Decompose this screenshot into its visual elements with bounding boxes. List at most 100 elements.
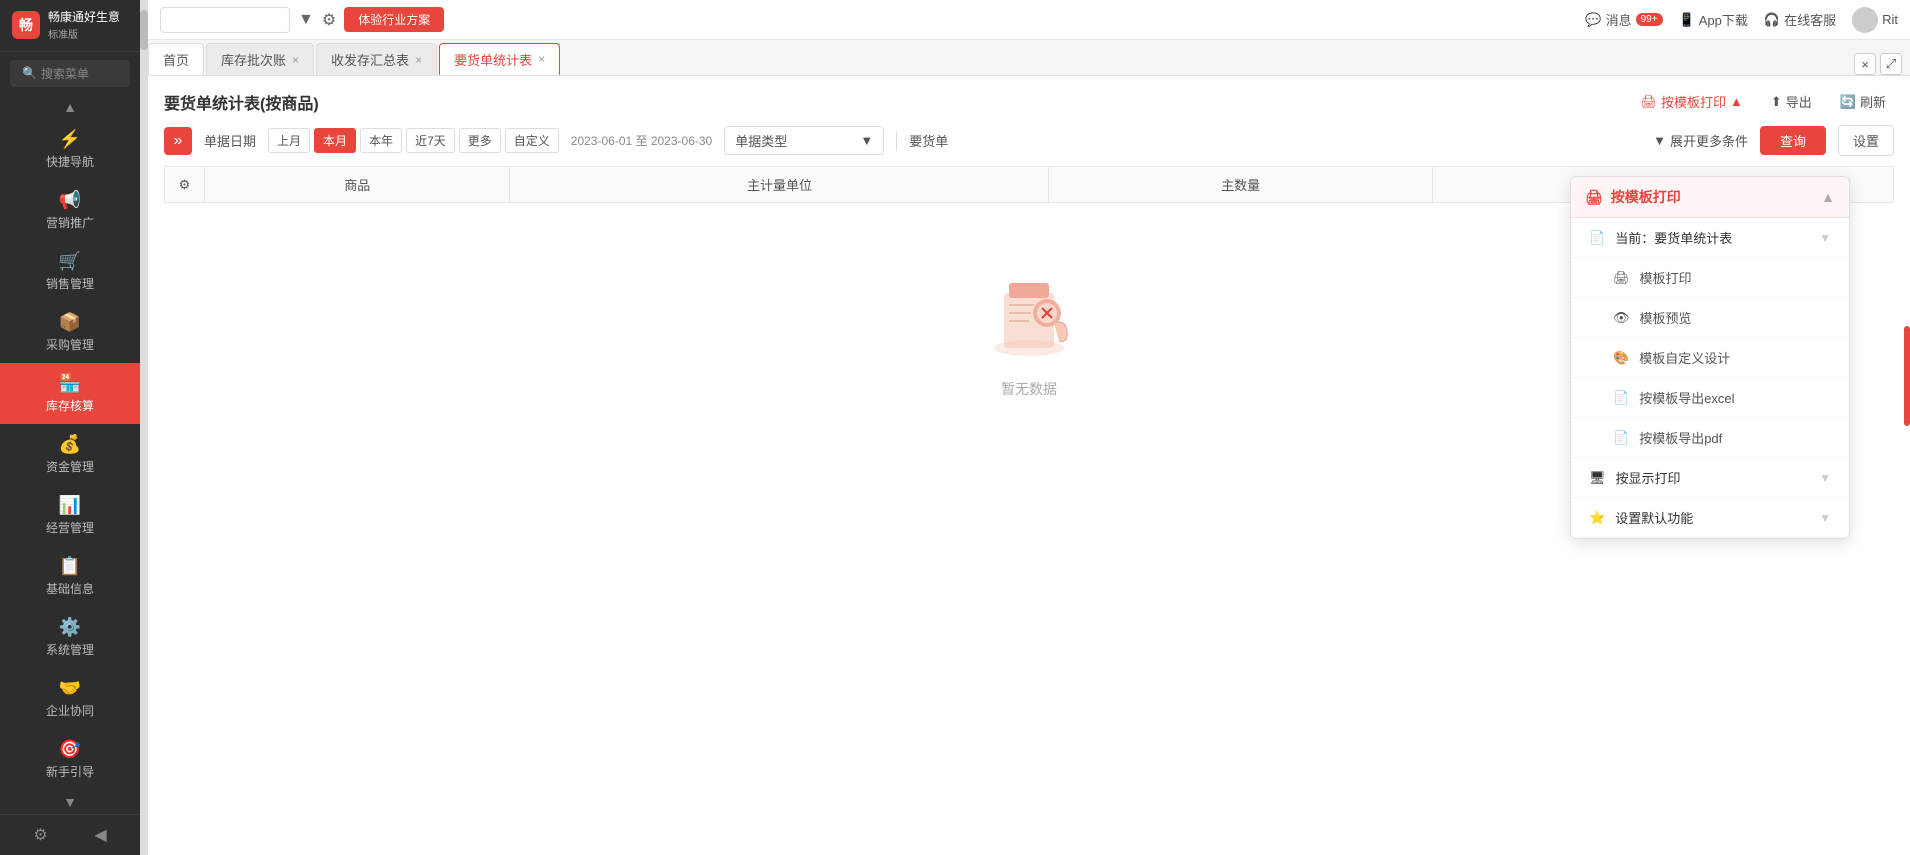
- current-template-arrow: ▼: [1819, 231, 1831, 245]
- empty-text: 暂无数据: [1001, 379, 1057, 399]
- expand-conditions-btn[interactable]: ▼ 展开更多条件: [1653, 131, 1748, 150]
- dropdown-collapse-btn[interactable]: ▲: [1821, 189, 1835, 205]
- search-label: 搜索菜单: [41, 65, 89, 82]
- export-pdf-label: 按模板导出pdf: [1639, 428, 1722, 447]
- date-range-display: 2023-06-01 至 2023-06-30: [571, 132, 712, 149]
- sidebar-item-label: 系统管理: [46, 641, 94, 658]
- topbar-search-input[interactable]: [160, 7, 290, 33]
- sidebar-item-marketing[interactable]: 📢 营销推广: [0, 180, 140, 241]
- refresh-icon: 🔄: [1840, 94, 1856, 110]
- sidebar-item-sales[interactable]: 🛒 销售管理: [0, 241, 140, 302]
- online-service-btn[interactable]: 🎧 在线客服: [1764, 10, 1836, 29]
- topbar-right: 💬 消息 99+ 📱 App下载 🎧 在线客服 Rit: [1585, 7, 1898, 33]
- service-label: 在线客服: [1784, 10, 1836, 29]
- template-preview-icon: 👁: [1613, 310, 1630, 326]
- operation-icon: 📊: [59, 495, 81, 516]
- tab-maximize-btn[interactable]: ⤢: [1880, 53, 1902, 75]
- page-actions: 🖨 按模板打印 ▲ ⬆ 导出 🔄 刷新: [1632, 88, 1894, 115]
- prev-month-btn[interactable]: 上月: [268, 128, 310, 153]
- sidebar-item-operation[interactable]: 📊 经营管理: [0, 485, 140, 546]
- app-download-label: App下载: [1699, 10, 1748, 29]
- sidebar-search[interactable]: 🔍 搜索菜单: [10, 60, 130, 87]
- display-print-left: 🖥 按显示打印: [1589, 468, 1681, 487]
- sales-icon: 🛒: [59, 251, 81, 272]
- table-header-settings[interactable]: ⚙: [165, 167, 205, 203]
- sidebar-item-finance[interactable]: 💰 资金管理: [0, 424, 140, 485]
- more-date-btn[interactable]: 更多: [459, 128, 501, 153]
- query-btn[interactable]: 查询: [1760, 126, 1826, 155]
- content-area: 要货单统计表(按商品) 🖨 按模板打印 ▲ ⬆ 导出 🔄 刷新 »: [148, 76, 1910, 855]
- refresh-label: 刷新: [1860, 92, 1886, 111]
- sidebar-item-basic[interactable]: 📋 基础信息: [0, 546, 140, 607]
- sidebar-item-purchase[interactable]: 📦 采购管理: [0, 302, 140, 363]
- current-template-icon: 📄: [1589, 230, 1605, 246]
- sidebar-scroll-down[interactable]: ▼: [63, 794, 77, 810]
- sidebar-item-guide[interactable]: 🎯 新手引导: [0, 729, 140, 790]
- sidebar-scroll-up[interactable]: ▲: [63, 99, 77, 115]
- dropdown-set-default[interactable]: ⭐ 设置默认功能 ▼: [1571, 498, 1849, 538]
- sidebar-item-system[interactable]: ⚙️ 系统管理: [0, 607, 140, 668]
- dropdown-current-template[interactable]: 📄 当前：要货单统计表 ▼: [1571, 218, 1849, 258]
- dropdown-display-print[interactable]: 🖥 按显示打印 ▼: [1571, 458, 1849, 498]
- sidebar-collapse-btn[interactable]: ◀: [94, 825, 106, 845]
- service-icon: 🎧: [1764, 12, 1780, 28]
- tab-receipt-summary-close[interactable]: ×: [415, 53, 422, 67]
- settings-btn[interactable]: 设置: [1838, 125, 1894, 156]
- dropdown-template-print[interactable]: 🖨 模板打印: [1571, 258, 1849, 298]
- dropdown-template-design[interactable]: 🎨 模板自定义设计: [1571, 338, 1849, 378]
- tab-inventory-batch-close[interactable]: ×: [292, 53, 299, 67]
- trial-btn[interactable]: 体验行业方案: [344, 7, 444, 32]
- topbar-dropdown-icon[interactable]: ▼: [298, 11, 314, 29]
- sidebar-item-label: 新手引导: [46, 763, 94, 780]
- dropdown-template-preview[interactable]: 👁 模板预览: [1571, 298, 1849, 338]
- display-print-label: 按显示打印: [1616, 468, 1681, 487]
- tab-order-stats-label: 要货单统计表: [454, 50, 532, 69]
- app-download-btn[interactable]: 📱 App下载: [1679, 10, 1748, 29]
- print-label: 按模板打印: [1661, 92, 1726, 111]
- dropdown-header-left: 🖨 按模板打印: [1585, 187, 1681, 207]
- guide-icon: 🎯: [59, 739, 81, 760]
- scroll-thumb: [140, 10, 148, 50]
- dropdown-export-excel[interactable]: 📄 按模板导出excel: [1571, 378, 1849, 418]
- sidebar-item-quick-nav[interactable]: ⚡ 快捷导航: [0, 119, 140, 180]
- current-year-btn[interactable]: 本年: [360, 128, 402, 153]
- export-excel-label: 按模板导出excel: [1639, 388, 1734, 407]
- last7-btn[interactable]: 近7天: [406, 128, 455, 153]
- print-btn[interactable]: 🖨 按模板打印 ▲: [1632, 88, 1750, 115]
- doc-type-label: 单据类型: [735, 131, 787, 150]
- template-design-label: 模板自定义设计: [1639, 348, 1730, 367]
- filter-collapse-btn[interactable]: »: [164, 127, 192, 155]
- sidebar-settings-btn[interactable]: ⚙: [33, 825, 47, 845]
- print-dropdown-popup: 🖨 按模板打印 ▲ 📄 当前：要货单统计表 ▼ 🖨 模板打印 👁: [1570, 176, 1850, 539]
- tab-receipt-summary-label: 收发存汇总表: [331, 50, 409, 69]
- tab-order-stats[interactable]: 要货单统计表 ×: [439, 43, 560, 75]
- tab-inventory-batch[interactable]: 库存批次账 ×: [206, 43, 314, 75]
- tabs-bar: 首页 库存批次账 × 收发存汇总表 × 要货单统计表 × × ⤢: [148, 40, 1910, 76]
- sidebar-item-collab[interactable]: 🤝 企业协同: [0, 668, 140, 729]
- main-area: ▼ ⚙ 体验行业方案 💬 消息 99+ 📱 App下载 🎧 在线客服 Rit: [148, 0, 1910, 855]
- system-icon: ⚙️: [59, 617, 81, 638]
- refresh-btn[interactable]: 🔄 刷新: [1832, 88, 1894, 115]
- dropdown-export-pdf[interactable]: 📄 按模板导出pdf: [1571, 418, 1849, 458]
- doc-type-select[interactable]: 单据类型 ▼: [724, 126, 884, 155]
- quick-nav-icon: ⚡: [59, 129, 81, 150]
- sidebar-item-inventory[interactable]: 🏪 库存核算: [0, 363, 140, 424]
- custom-date-btn[interactable]: 自定义: [505, 128, 559, 153]
- tab-close-all-btn[interactable]: ×: [1854, 53, 1876, 75]
- export-btn[interactable]: ⬆ 导出: [1763, 88, 1820, 115]
- sidebar-item-label: 采购管理: [46, 336, 94, 353]
- tab-receipt-summary[interactable]: 收发存汇总表 ×: [316, 43, 437, 75]
- filter-bar: » 单据日期 上月 本月 本年 近7天 更多 自定义 2023-06-01 至 …: [148, 115, 1910, 166]
- messages-btn[interactable]: 💬 消息 99+: [1585, 10, 1662, 29]
- sidebar-item-label: 企业协同: [46, 702, 94, 719]
- current-month-btn[interactable]: 本月: [314, 128, 356, 153]
- tab-home[interactable]: 首页: [148, 43, 204, 75]
- user-avatar[interactable]: Rit: [1852, 7, 1898, 33]
- tab-order-stats-close[interactable]: ×: [538, 52, 545, 66]
- table-settings-icon: ⚙: [179, 177, 191, 192]
- sidebar-item-label: 销售管理: [46, 275, 94, 292]
- topbar-settings-icon[interactable]: ⚙: [322, 10, 336, 30]
- topbar-left: ▼ ⚙ 体验行业方案: [160, 7, 444, 33]
- template-design-icon: 🎨: [1613, 350, 1629, 366]
- set-default-arrow: ▼: [1819, 511, 1831, 525]
